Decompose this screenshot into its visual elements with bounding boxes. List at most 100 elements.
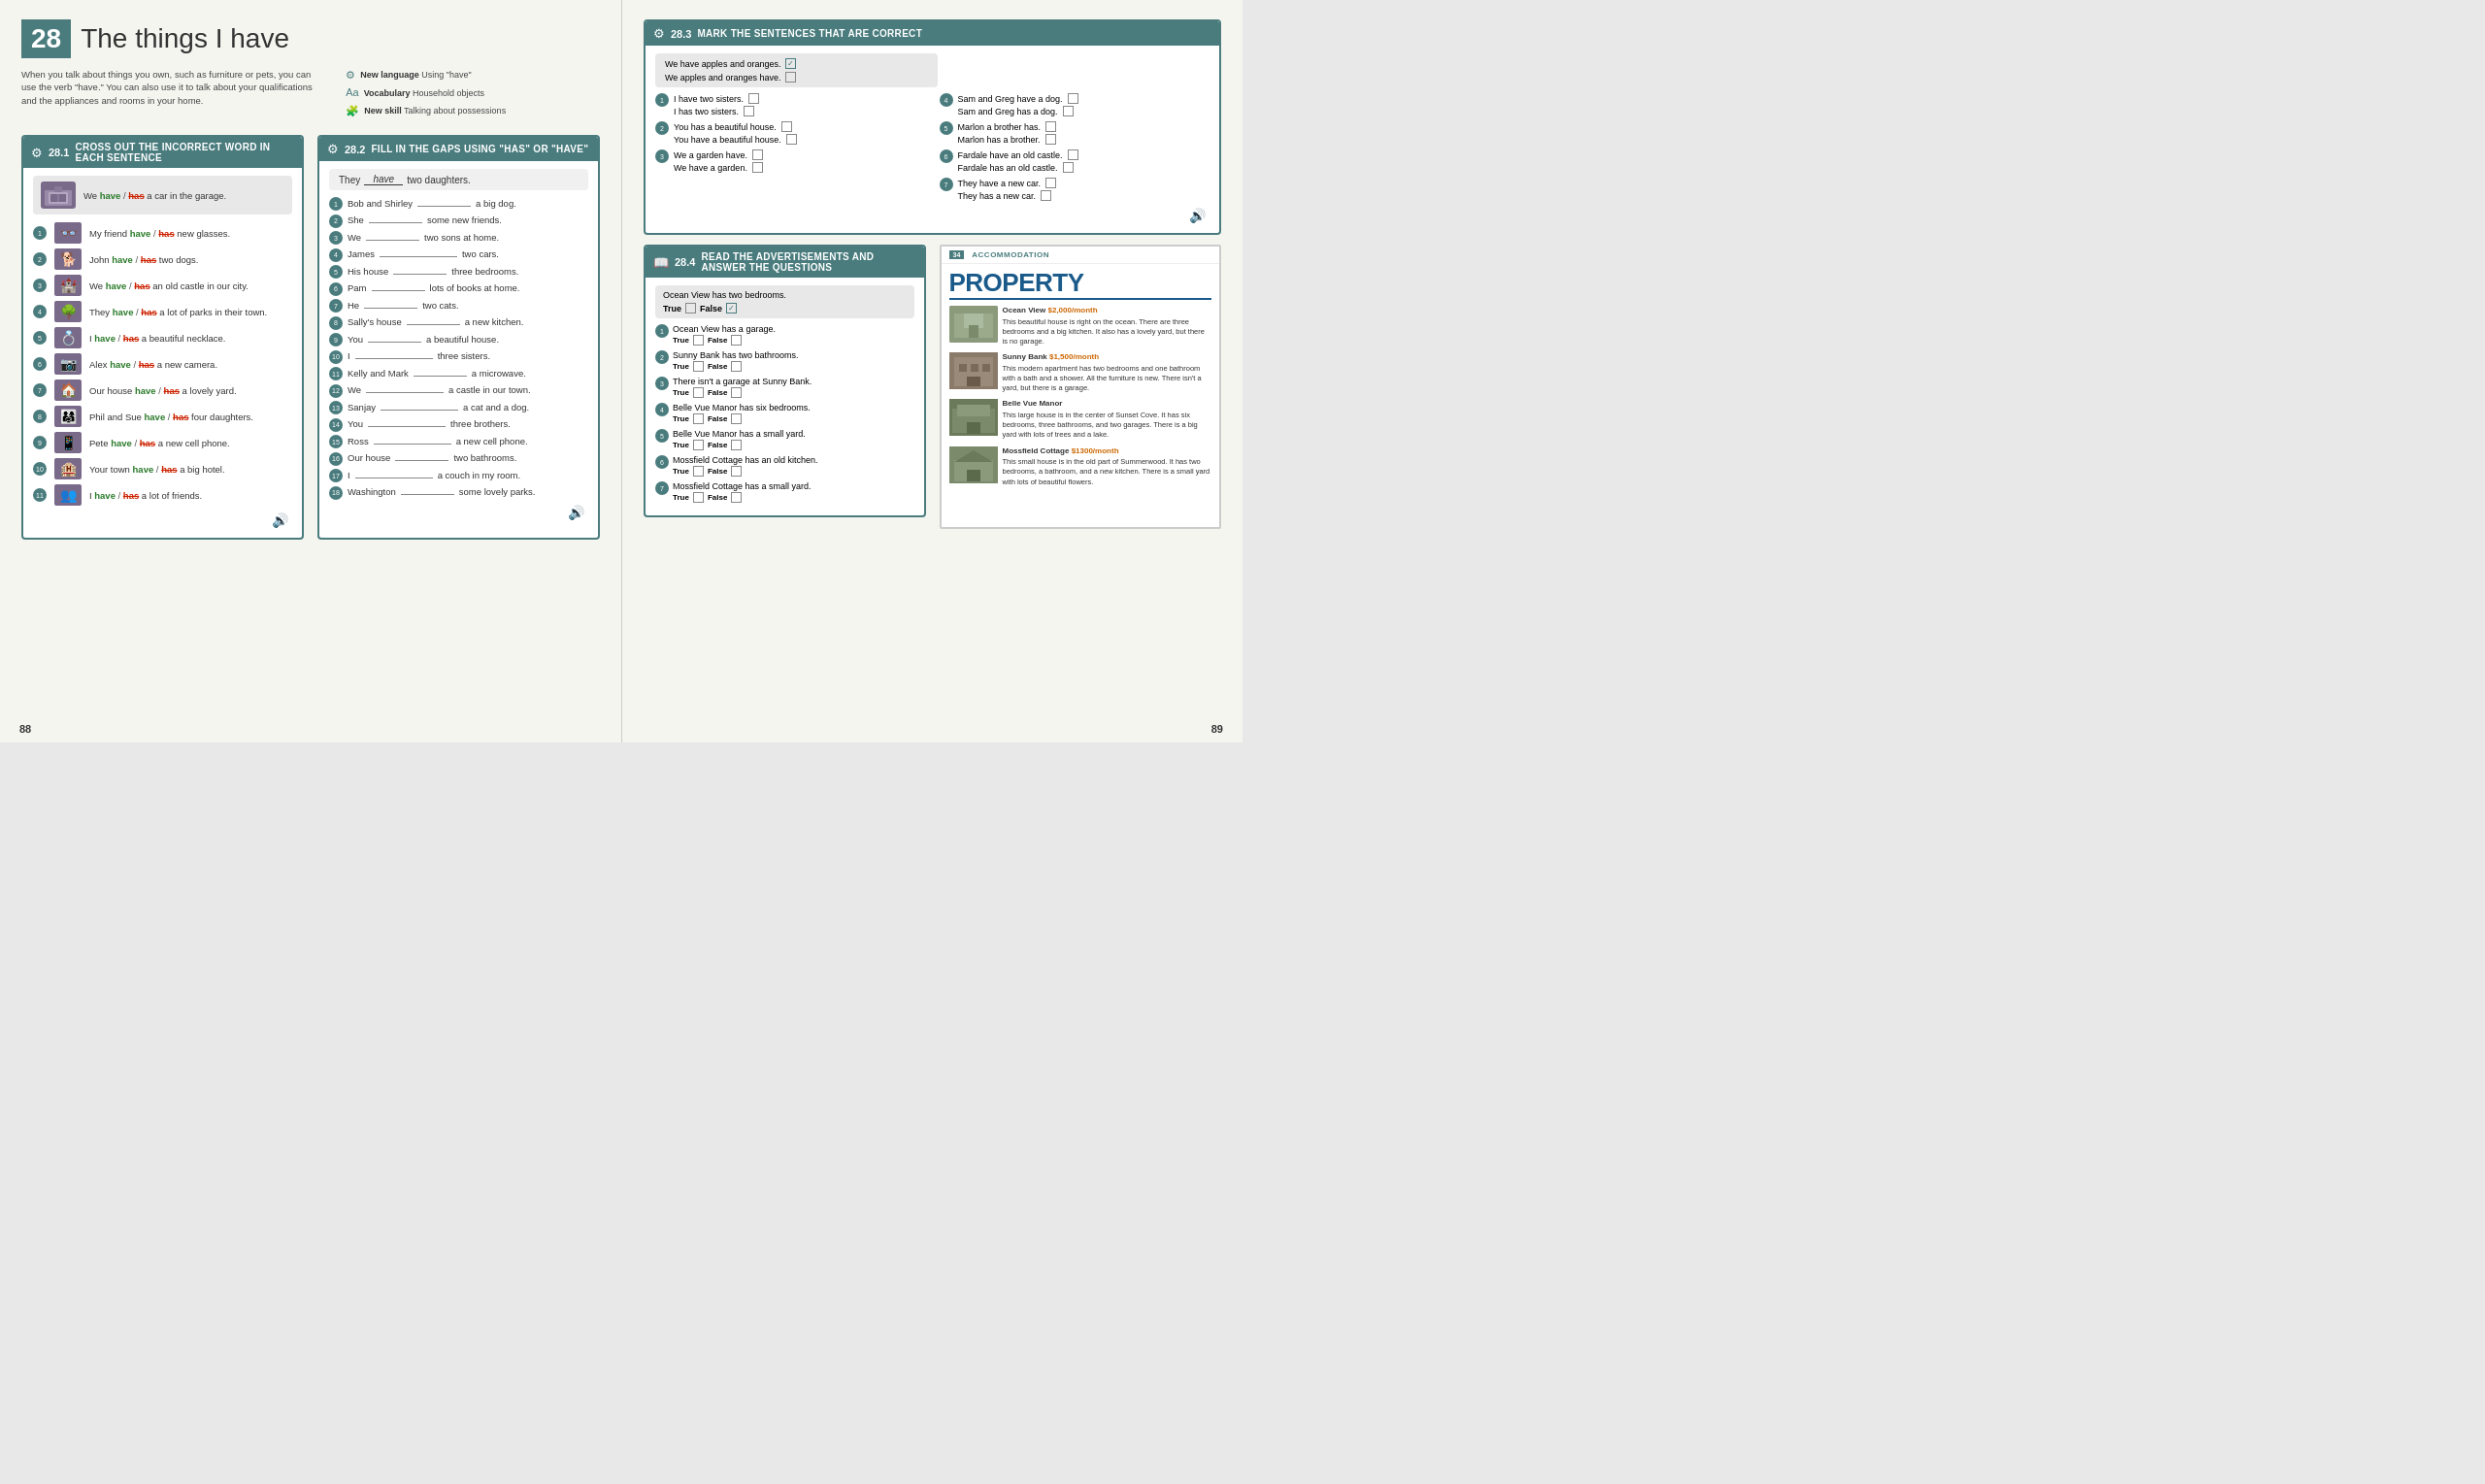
ex1-header: ⚙ 28.1 CROSS OUT THE INCORRECT WORD IN E… [23, 137, 302, 168]
q3-false[interactable] [731, 387, 742, 398]
ex3-right-sentences: 4 Sam and Greg have a dog. Sam and Greg … [940, 93, 1210, 206]
sound-icon-1[interactable]: 🔊 [33, 511, 292, 530]
checkbox-7a[interactable] [1045, 178, 1056, 188]
property-title: PROPERTY [949, 270, 1212, 295]
property-section: 34 ACCOMMODATION PROPERTY [940, 245, 1222, 529]
sunny-bank-img [949, 352, 998, 389]
checkbox-4a[interactable] [1068, 93, 1078, 104]
fill-item: 9 You a beautiful house. [329, 333, 588, 346]
ex3-example-box: We have apples and oranges. We apples an… [655, 53, 938, 87]
checkbox-6a[interactable] [1068, 149, 1078, 160]
ocean-view-img [949, 306, 998, 343]
fill-item: 16 Our house two bathrooms. [329, 452, 588, 466]
dog-icon: 🐕 [54, 248, 82, 270]
gear-icon-2: ⚙ [327, 142, 339, 156]
checkbox-2a[interactable] [781, 121, 792, 132]
q1-false[interactable] [731, 335, 742, 346]
svg-rect-4 [54, 186, 62, 192]
checkbox-2b[interactable] [786, 134, 797, 145]
q4-false[interactable] [731, 413, 742, 424]
left-page: 28 The things I have When you talk about… [0, 0, 621, 742]
list-item: 3 🏰 We have / has an old castle in our c… [33, 275, 292, 296]
exercises-columns: ⚙ 28.1 CROSS OUT THE INCORRECT WORD IN E… [21, 135, 600, 551]
q7-false[interactable] [731, 492, 742, 503]
exercise-28-2: ⚙ 28.2 FILL IN THE GAPS USING "HAS" OR "… [317, 135, 600, 540]
skill-icon: 🧩 [346, 104, 359, 118]
property-mossfield: Mossfield Cottage $1300/month This small… [949, 446, 1212, 487]
chapter-number: 28 [21, 19, 71, 58]
checkbox-3b[interactable] [752, 162, 763, 173]
ex3-left-sentences: 1 I have two sisters. I has two sisters. [655, 93, 926, 206]
necklace-icon: 💍 [54, 327, 82, 348]
list-item: 8 👨‍👩‍👧 Phil and Sue have / has four dau… [33, 406, 292, 427]
fill-item: 15 Ross a new cell phone. [329, 435, 588, 448]
vocabulary-item: Aa Vocabulary Household objects [346, 85, 600, 100]
checkbox-4b[interactable] [1063, 106, 1074, 116]
page-number-left: 88 [19, 723, 31, 735]
q1-true[interactable] [693, 335, 704, 346]
accommodation-header: 34 ACCOMMODATION [942, 247, 1220, 264]
fill-item: 2 She some new friends. [329, 214, 588, 228]
ex3-check-incorrect[interactable] [785, 72, 796, 82]
ex3-sentence-2: 2 You has a beautiful house. You have a … [655, 121, 926, 145]
property-ocean-view: Ocean View $2,000/month This beautiful h… [949, 306, 1212, 346]
ex3-example-correct: We have apples and oranges. [665, 58, 928, 69]
fill-item: 4 James two cars. [329, 248, 588, 262]
ex3-header: ⚙ 28.3 MARK THE SENTENCES THAT ARE CORRE… [646, 21, 1219, 46]
intro-text: When you talk about things you own, such… [21, 68, 326, 121]
checkbox-1b[interactable] [744, 106, 754, 116]
book-icon: 📖 [653, 255, 669, 270]
new-skill-item: 🧩 New skill Talking about possessions [346, 104, 600, 118]
fill-item: 3 We two sons at home. [329, 231, 588, 245]
fill-item: 12 We a castle in our town. [329, 384, 588, 398]
family-icon: 👨‍👩‍👧 [54, 406, 82, 427]
ex3-sentence-3: 3 We a garden have. We have a garden. [655, 149, 926, 173]
q2-true[interactable] [693, 361, 704, 372]
vocab-icon: Aa [346, 85, 358, 100]
svg-rect-17 [957, 405, 990, 416]
friends-icon: 👥 [54, 484, 82, 506]
ex2-fill-list: 1 Bob and Shirley a big dog. 2 She some … [329, 197, 588, 500]
svg-rect-12 [971, 364, 978, 372]
checkbox-1a[interactable] [748, 93, 759, 104]
checkbox-3a[interactable] [752, 149, 763, 160]
list-item: 5 💍 I have / has a beautiful necklace. [33, 327, 292, 348]
garage-icon [41, 181, 76, 209]
sound-icon-2[interactable]: 🔊 [329, 503, 588, 522]
checkbox-7b[interactable] [1041, 190, 1051, 201]
fill-item: 11 Kelly and Mark a microwave. [329, 367, 588, 380]
ex4-questions: 1 Ocean View has a garage. True False [655, 324, 914, 503]
checkbox-5a[interactable] [1045, 121, 1056, 132]
checkbox-6b[interactable] [1063, 162, 1074, 173]
chapter-title: The things I have [81, 23, 289, 54]
fill-item: 7 He two cats. [329, 299, 588, 313]
ex4-false-check[interactable] [726, 303, 737, 313]
checkbox-5b[interactable] [1045, 134, 1056, 145]
q6-true[interactable] [693, 466, 704, 477]
q4-true[interactable] [693, 413, 704, 424]
q2-false[interactable] [731, 361, 742, 372]
ex3-check-correct[interactable] [785, 58, 796, 69]
sound-icon-3[interactable]: 🔊 [655, 206, 1209, 225]
fill-item: 1 Bob and Shirley a big dog. [329, 197, 588, 211]
ex2-content: They have two daughters. 1 Bob and Shirl… [319, 161, 598, 530]
accommodation-label: ACCOMMODATION [972, 250, 1049, 259]
q3-true[interactable] [693, 387, 704, 398]
park-icon: 🌳 [54, 301, 82, 322]
list-item: 9 📱 Pete have / has a new cell phone. [33, 432, 292, 453]
new-language-item: ⚙ New language Using "have" [346, 68, 600, 82]
ex3-example-incorrect: We apples and oranges have. [665, 72, 928, 82]
ex4-content: Ocean View has two bedrooms. True False … [646, 278, 924, 515]
exercise-28-3: ⚙ 28.3 MARK THE SENTENCES THAT ARE CORRE… [644, 19, 1221, 235]
ex3-sentence-5: 5 Marlon a brother has. Marlon has a bro… [940, 121, 1210, 145]
q6-false[interactable] [731, 466, 742, 477]
fill-item: 5 His house three bedrooms. [329, 265, 588, 279]
ex4-q5: 5 Belle Vue Manor has a small yard. True… [655, 429, 914, 450]
ex4-true-check[interactable] [685, 303, 696, 313]
q5-true[interactable] [693, 440, 704, 450]
q7-true[interactable] [693, 492, 704, 503]
ex3-sentence-1: 1 I have two sisters. I has two sisters. [655, 93, 926, 116]
exercise-28-4: 📖 28.4 READ THE ADVERTISEMENTS AND ANSWE… [644, 245, 926, 517]
q5-false[interactable] [731, 440, 742, 450]
svg-rect-22 [967, 470, 980, 481]
